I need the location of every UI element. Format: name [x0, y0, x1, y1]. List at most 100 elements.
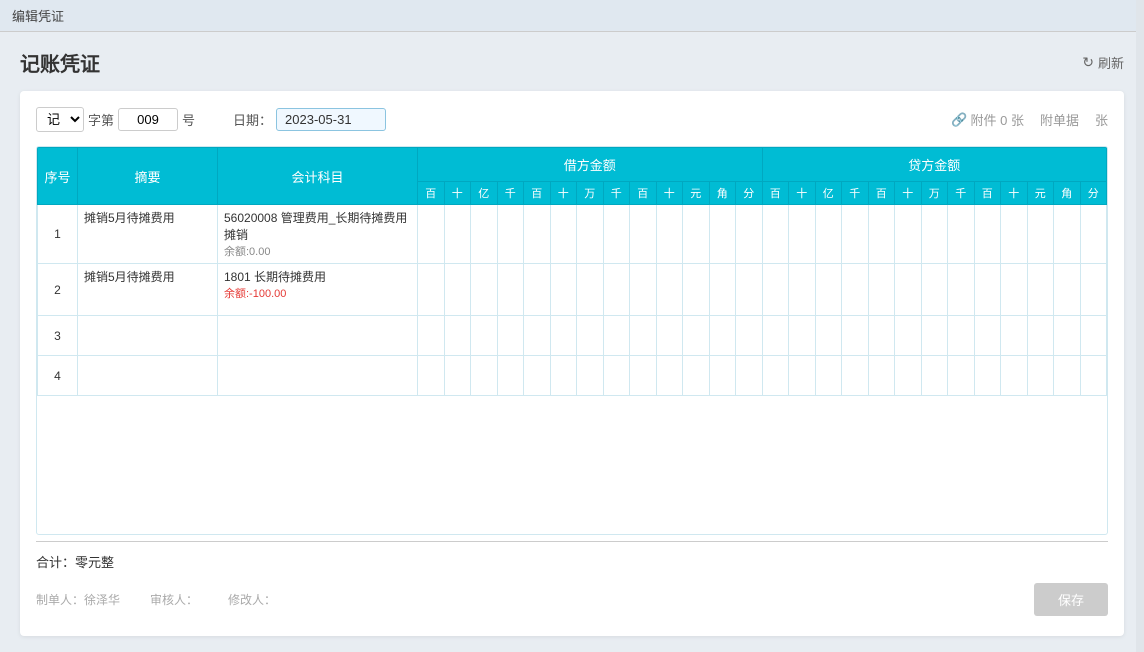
row-3-credit-11[interactable]: [1054, 356, 1081, 396]
save-button[interactable]: 保存: [1034, 583, 1108, 616]
row-1-credit-0[interactable]: [762, 264, 789, 316]
row-3-debit-7[interactable]: [603, 356, 630, 396]
row-1-debit-7[interactable]: [603, 264, 630, 316]
row-2-credit-12[interactable]: [1080, 316, 1107, 356]
row-3-debit-9[interactable]: [656, 356, 683, 396]
row-1-credit-5[interactable]: [895, 264, 922, 316]
row-2-debit-10[interactable]: [683, 316, 710, 356]
row-0-debit-2[interactable]: [471, 205, 498, 264]
row-0-debit-4[interactable]: [524, 205, 551, 264]
row-1-debit-6[interactable]: [577, 264, 604, 316]
row-account-1[interactable]: 1801 长期待摊费用余额:-100.00: [218, 264, 418, 316]
row-2-debit-8[interactable]: [630, 316, 657, 356]
row-3-credit-2[interactable]: [815, 356, 842, 396]
row-2-credit-2[interactable]: [815, 316, 842, 356]
row-0-credit-12[interactable]: [1080, 205, 1107, 264]
row-1-debit-9[interactable]: [656, 264, 683, 316]
row-3-credit-9[interactable]: [1001, 356, 1028, 396]
row-3-credit-6[interactable]: [921, 356, 948, 396]
row-3-credit-1[interactable]: [789, 356, 816, 396]
row-3-credit-4[interactable]: [868, 356, 895, 396]
row-2-debit-1[interactable]: [444, 316, 471, 356]
row-1-debit-2[interactable]: [471, 264, 498, 316]
row-2-credit-7[interactable]: [948, 316, 975, 356]
row-3-credit-12[interactable]: [1080, 356, 1107, 396]
row-1-credit-9[interactable]: [1001, 264, 1028, 316]
voucher-type-select[interactable]: 记: [36, 107, 84, 132]
row-3-debit-12[interactable]: [736, 356, 763, 396]
row-0-credit-0[interactable]: [762, 205, 789, 264]
row-1-debit-10[interactable]: [683, 264, 710, 316]
row-0-debit-8[interactable]: [630, 205, 657, 264]
row-3-debit-5[interactable]: [550, 356, 577, 396]
voucher-number-input[interactable]: [118, 108, 178, 131]
attach-link[interactable]: 🔗 附件 0 张: [951, 110, 1024, 129]
row-2-debit-5[interactable]: [550, 316, 577, 356]
row-2-credit-8[interactable]: [974, 316, 1001, 356]
row-account-2[interactable]: [218, 316, 418, 356]
row-2-debit-6[interactable]: [577, 316, 604, 356]
row-2-debit-7[interactable]: [603, 316, 630, 356]
row-0-debit-1[interactable]: [444, 205, 471, 264]
row-2-credit-6[interactable]: [921, 316, 948, 356]
row-2-credit-11[interactable]: [1054, 316, 1081, 356]
row-2-credit-10[interactable]: [1027, 316, 1054, 356]
row-3-debit-4[interactable]: [524, 356, 551, 396]
row-summary-0[interactable]: 摊销5月待摊费用: [78, 205, 218, 264]
row-3-debit-2[interactable]: [471, 356, 498, 396]
row-0-debit-6[interactable]: [577, 205, 604, 264]
row-0-debit-3[interactable]: [497, 205, 524, 264]
refresh-button[interactable]: ↻ 刷新: [1082, 53, 1124, 72]
row-0-credit-6[interactable]: [921, 205, 948, 264]
row-0-credit-4[interactable]: [868, 205, 895, 264]
row-1-credit-6[interactable]: [921, 264, 948, 316]
row-3-debit-6[interactable]: [577, 356, 604, 396]
row-2-credit-4[interactable]: [868, 316, 895, 356]
row-1-credit-4[interactable]: [868, 264, 895, 316]
row-1-credit-12[interactable]: [1080, 264, 1107, 316]
row-1-debit-5[interactable]: [550, 264, 577, 316]
row-1-credit-8[interactable]: [974, 264, 1001, 316]
row-3-debit-8[interactable]: [630, 356, 657, 396]
row-0-credit-3[interactable]: [842, 205, 869, 264]
row-1-debit-4[interactable]: [524, 264, 551, 316]
row-2-credit-9[interactable]: [1001, 316, 1028, 356]
row-summary-3[interactable]: [78, 356, 218, 396]
row-1-credit-10[interactable]: [1027, 264, 1054, 316]
row-0-credit-9[interactable]: [1001, 205, 1028, 264]
row-0-credit-11[interactable]: [1054, 205, 1081, 264]
row-1-debit-12[interactable]: [736, 264, 763, 316]
row-2-debit-4[interactable]: [524, 316, 551, 356]
row-1-debit-8[interactable]: [630, 264, 657, 316]
row-1-debit-1[interactable]: [444, 264, 471, 316]
row-3-credit-8[interactable]: [974, 356, 1001, 396]
row-2-credit-0[interactable]: [762, 316, 789, 356]
row-3-debit-3[interactable]: [497, 356, 524, 396]
row-0-credit-7[interactable]: [948, 205, 975, 264]
row-2-debit-11[interactable]: [709, 316, 736, 356]
row-0-debit-12[interactable]: [736, 205, 763, 264]
row-3-credit-10[interactable]: [1027, 356, 1054, 396]
row-summary-2[interactable]: [78, 316, 218, 356]
row-account-0[interactable]: 56020008 管理费用_长期待摊费用摊销余额:0.00: [218, 205, 418, 264]
row-1-credit-3[interactable]: [842, 264, 869, 316]
row-1-debit-0[interactable]: [418, 264, 445, 316]
row-3-debit-1[interactable]: [444, 356, 471, 396]
row-0-credit-5[interactable]: [895, 205, 922, 264]
row-0-debit-7[interactable]: [603, 205, 630, 264]
row-2-credit-1[interactable]: [789, 316, 816, 356]
row-2-credit-3[interactable]: [842, 316, 869, 356]
row-0-credit-2[interactable]: [815, 205, 842, 264]
row-account-3[interactable]: [218, 356, 418, 396]
row-3-debit-0[interactable]: [418, 356, 445, 396]
row-3-credit-5[interactable]: [895, 356, 922, 396]
row-2-debit-9[interactable]: [656, 316, 683, 356]
row-1-credit-1[interactable]: [789, 264, 816, 316]
row-2-credit-5[interactable]: [895, 316, 922, 356]
row-3-credit-7[interactable]: [948, 356, 975, 396]
row-1-debit-11[interactable]: [709, 264, 736, 316]
row-3-debit-10[interactable]: [683, 356, 710, 396]
row-2-debit-12[interactable]: [736, 316, 763, 356]
row-0-debit-10[interactable]: [683, 205, 710, 264]
row-0-debit-5[interactable]: [550, 205, 577, 264]
